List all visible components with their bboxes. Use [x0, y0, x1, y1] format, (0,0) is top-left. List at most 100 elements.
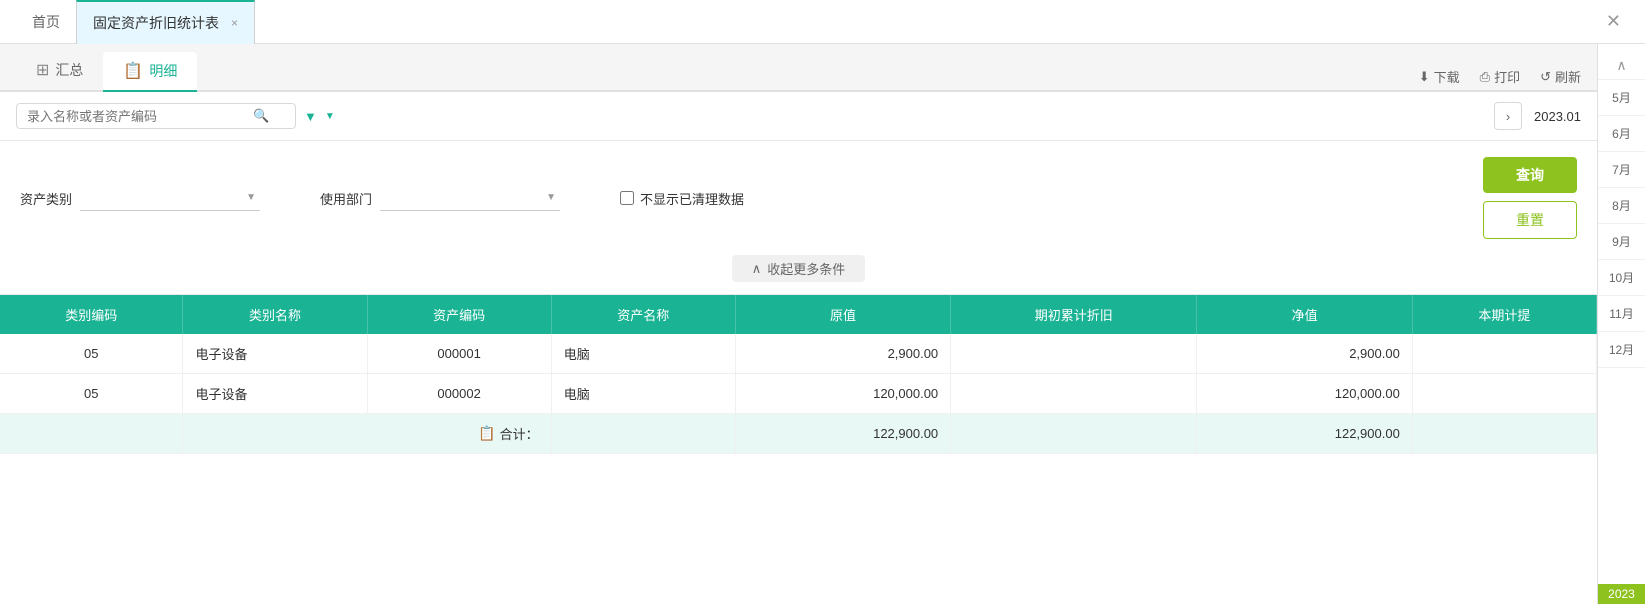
summary-icon: ⊞: [36, 60, 49, 80]
query-button[interactable]: 查询: [1483, 157, 1577, 193]
cell-category-name: 电子设备: [183, 374, 367, 414]
col-current-period: 本期计提: [1412, 295, 1596, 334]
asset-category-select[interactable]: ▼: [80, 185, 260, 211]
collapse-icon: ∧: [752, 261, 762, 277]
cell-net-value: 120,000.00: [1197, 374, 1412, 414]
summary-initial-depreciation: [951, 414, 1197, 454]
date-indicator: 2023.01: [1534, 109, 1581, 124]
detail-label: 明细: [149, 61, 177, 81]
tab-title: 固定资产折旧统计表: [93, 13, 219, 33]
cell-asset-code: 000002: [367, 374, 551, 414]
main-content: ⊞ 汇总 📋 明细 ⬇ 下载 ⎙ 打印 ↺ 刷新: [0, 44, 1645, 604]
sidebar-months: 5月6月7月8月9月10月11月12月: [1598, 80, 1645, 368]
download-icon: ⬇: [1419, 69, 1430, 85]
use-dept-dropdown-icon: ▼: [546, 192, 556, 203]
cell-asset-name: 电脑: [551, 374, 735, 414]
summary-label-cell: 📋 合计：: [183, 414, 551, 454]
cell-net-value: 2,900.00: [1197, 334, 1412, 374]
search-input-wrap[interactable]: 🔍: [16, 103, 296, 129]
cell-initial-depreciation: [951, 374, 1197, 414]
sidebar-year-badge: 2023: [1598, 584, 1645, 604]
download-label: 下载: [1434, 67, 1460, 86]
right-arrow-button[interactable]: ›: [1494, 102, 1522, 130]
col-asset-code: 资产编码: [367, 295, 551, 334]
data-table: 类别编码 类别名称 资产编码 资产名称 原值 期初累计折旧 净值 本期计提 05…: [0, 295, 1597, 454]
cell-category-code: 05: [0, 374, 183, 414]
col-category-code: 类别编码: [0, 295, 183, 334]
download-button[interactable]: ⬇ 下载: [1419, 67, 1460, 86]
filter-icon: ▼: [304, 109, 317, 124]
sidebar-month-item[interactable]: 9月: [1598, 224, 1645, 260]
summary-original-value: 122,900.00: [735, 414, 950, 454]
use-dept-label: 使用部门: [320, 189, 372, 208]
col-category-name: 类别名称: [183, 295, 367, 334]
cell-asset-name: 电脑: [551, 334, 735, 374]
search-icon[interactable]: 🔍: [253, 108, 269, 124]
search-input[interactable]: [27, 109, 247, 124]
search-bar: 🔍 ▼ ▼ › 2023.01: [0, 92, 1597, 141]
cell-category-name: 电子设备: [183, 334, 367, 374]
asset-category-dropdown-icon: ▼: [246, 192, 256, 203]
cell-initial-depreciation: [951, 334, 1197, 374]
summary-asset-name: [551, 414, 735, 454]
no-cleared-checkbox[interactable]: [620, 191, 634, 205]
use-dept-field: 使用部门 ▼: [320, 185, 560, 211]
summary-row: 📋 合计： 122,900.00 122,900.00: [0, 414, 1597, 454]
cell-original-value: 120,000.00: [735, 374, 950, 414]
home-tab[interactable]: 首页: [16, 12, 76, 32]
cell-original-value: 2,900.00: [735, 334, 950, 374]
sidebar-month-item[interactable]: 6月: [1598, 116, 1645, 152]
filter-row: 资产类别 ▼ 使用部门 ▼ 不显示已清理数: [20, 157, 1577, 239]
refresh-label: 刷新: [1555, 67, 1581, 86]
refresh-icon: ↺: [1540, 69, 1551, 85]
cell-category-code: 05: [0, 334, 183, 374]
collapse-conditions-button[interactable]: ∧ 收起更多条件: [732, 255, 866, 282]
table-header-row: 类别编码 类别名称 资产编码 资产名称 原值 期初累计折旧 净值 本期计提: [0, 295, 1597, 334]
collapse-label: 收起更多条件: [767, 259, 845, 278]
sidebar-month-item[interactable]: 11月: [1598, 296, 1645, 332]
reset-button[interactable]: 重置: [1483, 201, 1577, 239]
tab-actions: ⬇ 下载 ⎙ 打印 ↺ 刷新: [1419, 67, 1581, 90]
right-sidebar: ∧ 5月6月7月8月9月10月11月12月 2023: [1597, 44, 1645, 604]
table-row: 05 电子设备 000001 电脑 2,900.00 2,900.00: [0, 334, 1597, 374]
tab-summary[interactable]: ⊞ 汇总: [16, 50, 103, 90]
col-original-value: 原值: [735, 295, 950, 334]
col-net-value: 净值: [1197, 295, 1412, 334]
sidebar-month-item[interactable]: 5月: [1598, 80, 1645, 116]
no-cleared-label: 不显示已清理数据: [640, 189, 744, 208]
sidebar-month-item[interactable]: 8月: [1598, 188, 1645, 224]
summary-spacer: [0, 414, 183, 454]
col-asset-name: 资产名称: [551, 295, 735, 334]
summary-label: 汇总: [55, 60, 83, 80]
sidebar-inner: ∧ 5月6月7月8月9月10月11月12月 2023: [1598, 52, 1645, 604]
col-initial-depreciation: 期初累计折旧: [951, 295, 1197, 334]
asset-category-field: 资产类别 ▼: [20, 185, 260, 211]
left-panel: ⊞ 汇总 📋 明细 ⬇ 下载 ⎙ 打印 ↺ 刷新: [0, 44, 1597, 604]
asset-category-label: 资产类别: [20, 189, 72, 208]
sidebar-month-item[interactable]: 12月: [1598, 332, 1645, 368]
no-cleared-checkbox-wrap[interactable]: 不显示已清理数据: [620, 189, 744, 208]
table-row: 05 电子设备 000002 电脑 120,000.00 120,000.00: [0, 374, 1597, 414]
print-icon: ⎙: [1480, 69, 1490, 85]
more-conditions-button[interactable]: ▼ ▼: [304, 109, 335, 124]
use-dept-select[interactable]: ▼: [380, 185, 560, 211]
window-close-button[interactable]: ✕: [1598, 11, 1629, 32]
filter-panel: 资产类别 ▼ 使用部门 ▼ 不显示已清理数: [0, 141, 1597, 295]
sidebar-scroll-up[interactable]: ∧: [1598, 52, 1645, 80]
tab-detail[interactable]: 📋 明细: [103, 52, 197, 92]
tabs-row: ⊞ 汇总 📋 明细 ⬇ 下载 ⎙ 打印 ↺ 刷新: [0, 44, 1597, 92]
summary-net-value: 122,900.00: [1197, 414, 1412, 454]
table-container: 类别编码 类别名称 资产编码 资产名称 原值 期初累计折旧 净值 本期计提 05…: [0, 295, 1597, 604]
tab-close-button[interactable]: ×: [231, 16, 238, 30]
refresh-button[interactable]: ↺ 刷新: [1540, 67, 1581, 86]
filter-buttons: 查询 重置: [1483, 157, 1577, 239]
cell-asset-code: 000001: [367, 334, 551, 374]
sidebar-month-item[interactable]: 7月: [1598, 152, 1645, 188]
main-tab[interactable]: 固定资产折旧统计表 ×: [76, 0, 255, 44]
print-button[interactable]: ⎙ 打印: [1480, 67, 1520, 86]
cell-current-period: [1412, 334, 1596, 374]
cell-current-period: [1412, 374, 1596, 414]
chevron-down-icon: ▼: [325, 111, 335, 122]
print-label: 打印: [1494, 67, 1520, 86]
sidebar-month-item[interactable]: 10月: [1598, 260, 1645, 296]
